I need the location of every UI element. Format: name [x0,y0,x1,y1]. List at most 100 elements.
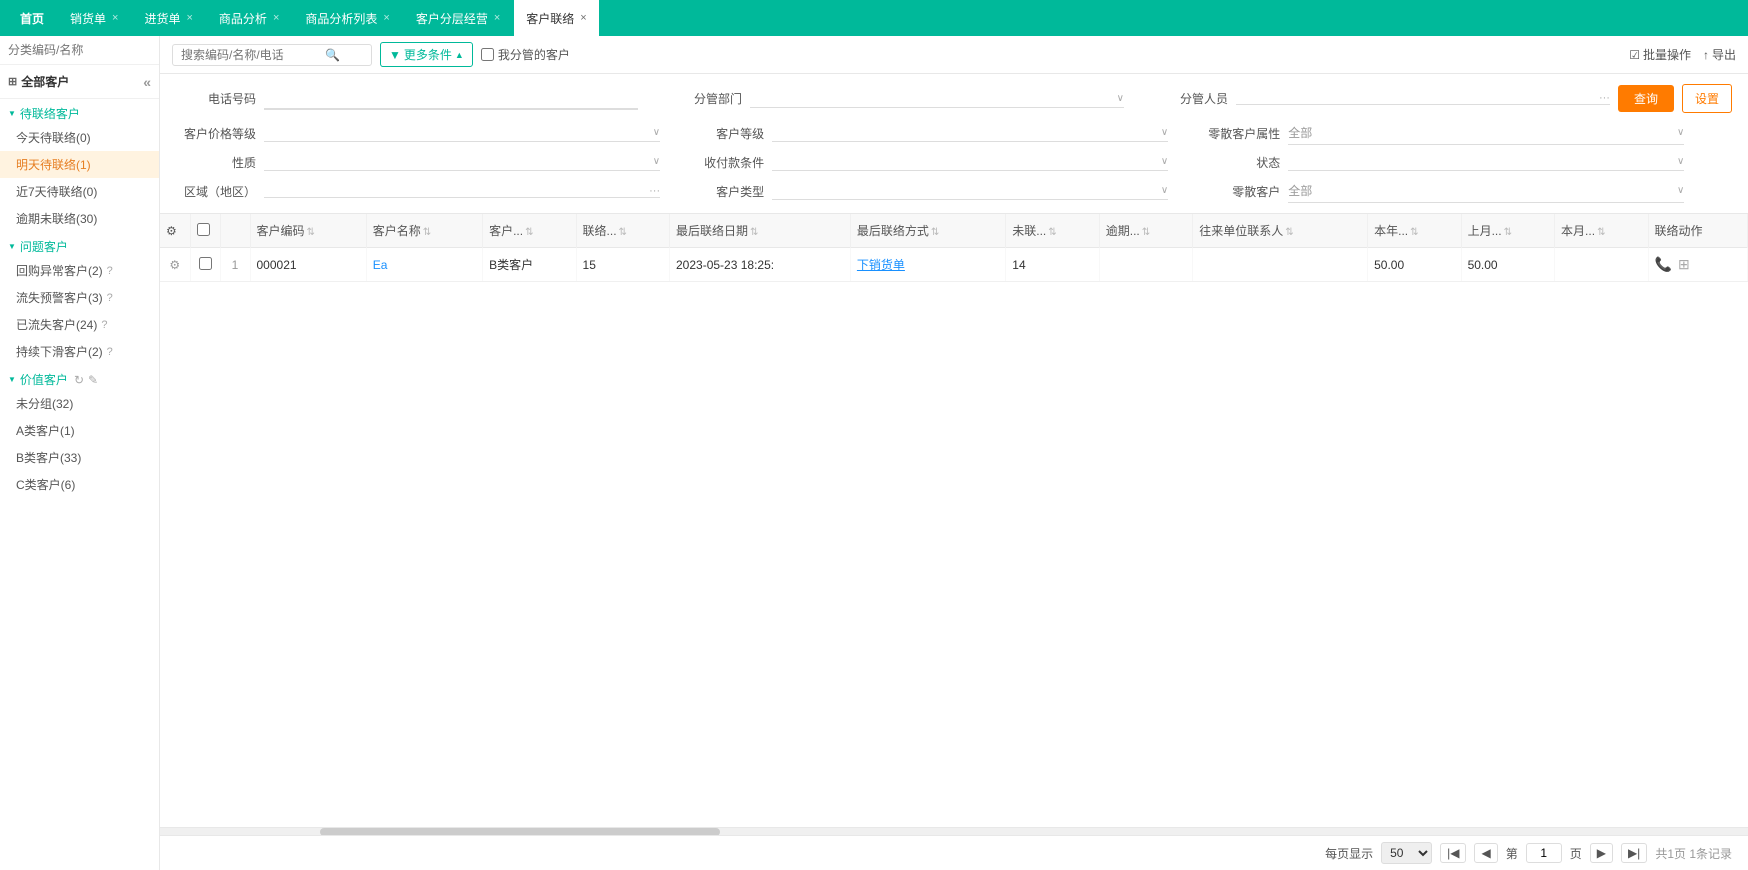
nav-customer-segment[interactable]: 客户分层经营 × [404,0,512,36]
payment-select[interactable]: ∨ [772,153,1168,171]
region-dots[interactable]: ··· [649,185,660,197]
sidebar-item-tomorrow[interactable]: 明天待联络(1) [0,151,159,178]
price-grade-select[interactable]: ∨ [264,124,660,142]
section-problem-customers: ▼ 问题客户 [0,232,159,257]
triangle-icon: ▼ [8,109,16,118]
nav-close-analysis-list[interactable]: × [383,12,389,24]
sort-year: ⇅ [1410,227,1418,238]
batch-operation-button[interactable]: ☑ 批量操作 [1629,46,1691,63]
col-contact-header[interactable]: 联络...⇅ [576,214,669,248]
settings-button[interactable]: 设置 [1682,84,1732,113]
sidebar-item-b-class[interactable]: B类客户(33) [0,444,159,471]
scattered-customer-select[interactable]: 全部 ∨ [1288,179,1684,203]
sidebar-item-a-class[interactable]: A类客户(1) [0,417,159,444]
main-search-icon[interactable]: 🔍 [325,48,340,62]
nav-product-analysis[interactable]: 商品分析 × [207,0,291,36]
col-code-header[interactable]: 客户编码⇅ [250,214,366,248]
prev-page-button[interactable]: ◀ [1474,843,1497,863]
nav-close-sales[interactable]: × [112,12,118,24]
row-last-month-0: 50.00 [1461,248,1554,282]
page-size-label: 每页显示 [1325,845,1373,862]
nav-product-analysis-list[interactable]: 商品分析列表 × [293,0,401,36]
col-last-contact-date-header[interactable]: 最后联络日期⇅ [670,214,851,248]
my-customer-checkbox[interactable]: 我分管的客户 [481,46,570,63]
action-more-0[interactable]: ⊞ [1678,256,1690,273]
last-page-button[interactable]: ▶| [1621,843,1647,863]
sidebar-item-repurchase-abnormal[interactable]: 回购异常客户(2) ? [0,257,159,284]
row-gear-0[interactable]: ⚙ [160,248,190,282]
col-person-header[interactable]: 往来单位联系人⇅ [1193,214,1368,248]
col-index-header [220,214,250,248]
sort-person: ⇅ [1285,227,1293,238]
nav-close-analysis[interactable]: × [273,12,279,24]
col-uncontact-header[interactable]: 未联...⇅ [1006,214,1099,248]
col-this-year-header[interactable]: 本年...⇅ [1368,214,1461,248]
export-button[interactable]: ↑ 导出 [1703,46,1736,63]
chevron-grade: ∨ [1161,127,1168,138]
sidebar-item-7days[interactable]: 近7天待联络(0) [0,178,159,205]
section-pending-contact: ▼ 待联络客户 [0,99,159,124]
phone-input[interactable] [264,88,638,109]
sidebar-item-ungrouped[interactable]: 未分组(32) [0,390,159,417]
sidebar-item-churn-warning[interactable]: 流失预警客户(3) ? [0,284,159,311]
chevron-status: ∨ [1677,156,1684,167]
customer-type-select[interactable]: ∨ [772,182,1168,200]
edit-icon[interactable]: ✎ [88,373,98,387]
row-last-way-0[interactable]: 下销货单 [850,248,1005,282]
sidebar-item-c-class[interactable]: C类客户(6) [0,471,159,498]
col-last-contact-way-header[interactable]: 最后联络方式⇅ [850,214,1005,248]
query-button[interactable]: 查询 [1618,85,1674,112]
filter-icon: ▼ [389,48,401,62]
nav-sales-order[interactable]: 销货单 × [58,0,130,36]
row-check-0[interactable] [190,248,220,282]
nav-close-segment[interactable]: × [494,12,500,24]
sidebar-item-overdue[interactable]: 逾期未联络(30) [0,205,159,232]
sort-last-month: ⇅ [1504,227,1512,238]
sidebar-search-input[interactable] [8,43,160,57]
select-all-checkbox[interactable] [197,223,210,236]
region-select[interactable]: ··· [264,185,660,198]
col-name-header[interactable]: 客户名称⇅ [366,214,482,248]
nav-home[interactable]: 首页 [8,0,56,36]
help-icon-1: ? [107,265,113,277]
page-number-input[interactable] [1526,843,1562,863]
action-phone-0[interactable]: 📞 [1655,256,1672,273]
nav-customer-contact[interactable]: 客户联络 × [514,0,598,36]
sidebar-item-today[interactable]: 今天待联络(0) [0,124,159,151]
more-filter-button[interactable]: ▼ 更多条件 ▲ [380,42,473,67]
col-type-header[interactable]: 客户...⇅ [483,214,576,248]
my-customer-check-input[interactable] [481,48,494,61]
first-page-button[interactable]: |◀ [1440,843,1466,863]
page-size-select[interactable]: 50 100 200 [1381,842,1432,864]
top-navigation: 首页 销货单 × 进货单 × 商品分析 × 商品分析列表 × 客户分层经营 × … [0,0,1748,36]
col-this-month-header[interactable]: 本月...⇅ [1555,214,1648,248]
nav-close-purchase[interactable]: × [186,12,192,24]
toolbar-right: ☑ 批量操作 ↑ 导出 [1629,46,1736,63]
sidebar-item-churned[interactable]: 已流失客户(24) ? [0,311,159,338]
dept-select[interactable]: ∨ [750,90,1124,108]
filter-row-2: 客户价格等级 ∨ 客户等级 ∨ 零散客户属性 全部 ∨ [176,121,1732,145]
manager-dots[interactable]: ··· [1599,92,1610,104]
col-check-header[interactable] [190,214,220,248]
nav-purchase-order[interactable]: 进货单 × [132,0,204,36]
col-overdue-header[interactable]: 逾期...⇅ [1099,214,1192,248]
horizontal-scrollbar[interactable] [160,827,1748,835]
sidebar-all-customers[interactable]: ⊞ 全部客户 « [0,65,159,99]
page-label: 第 [1506,845,1518,862]
label-region: 区域（地区） [176,183,256,200]
nature-select[interactable]: ∨ [264,153,660,171]
status-select[interactable]: ∨ [1288,153,1684,171]
manager-select[interactable]: ··· [1236,92,1610,105]
refresh-icon[interactable]: ↻ [74,373,84,387]
col-last-month-header[interactable]: 上月...⇅ [1461,214,1554,248]
row-index-0: 1 [220,248,250,282]
section-value-customers: ▼ 价值客户 ↻ ✎ [0,365,159,390]
next-page-button[interactable]: ▶ [1590,843,1613,863]
collapse-icon[interactable]: « [143,74,151,90]
sidebar-item-declining[interactable]: 持续下滑客户(2) ? [0,338,159,365]
customer-grade-select[interactable]: ∨ [772,124,1168,142]
scattered-attr-select[interactable]: 全部 ∨ [1288,121,1684,145]
main-search-input[interactable] [181,48,321,62]
col-gear-header[interactable]: ⚙ [160,214,190,248]
nav-close-contact[interactable]: × [580,12,586,24]
